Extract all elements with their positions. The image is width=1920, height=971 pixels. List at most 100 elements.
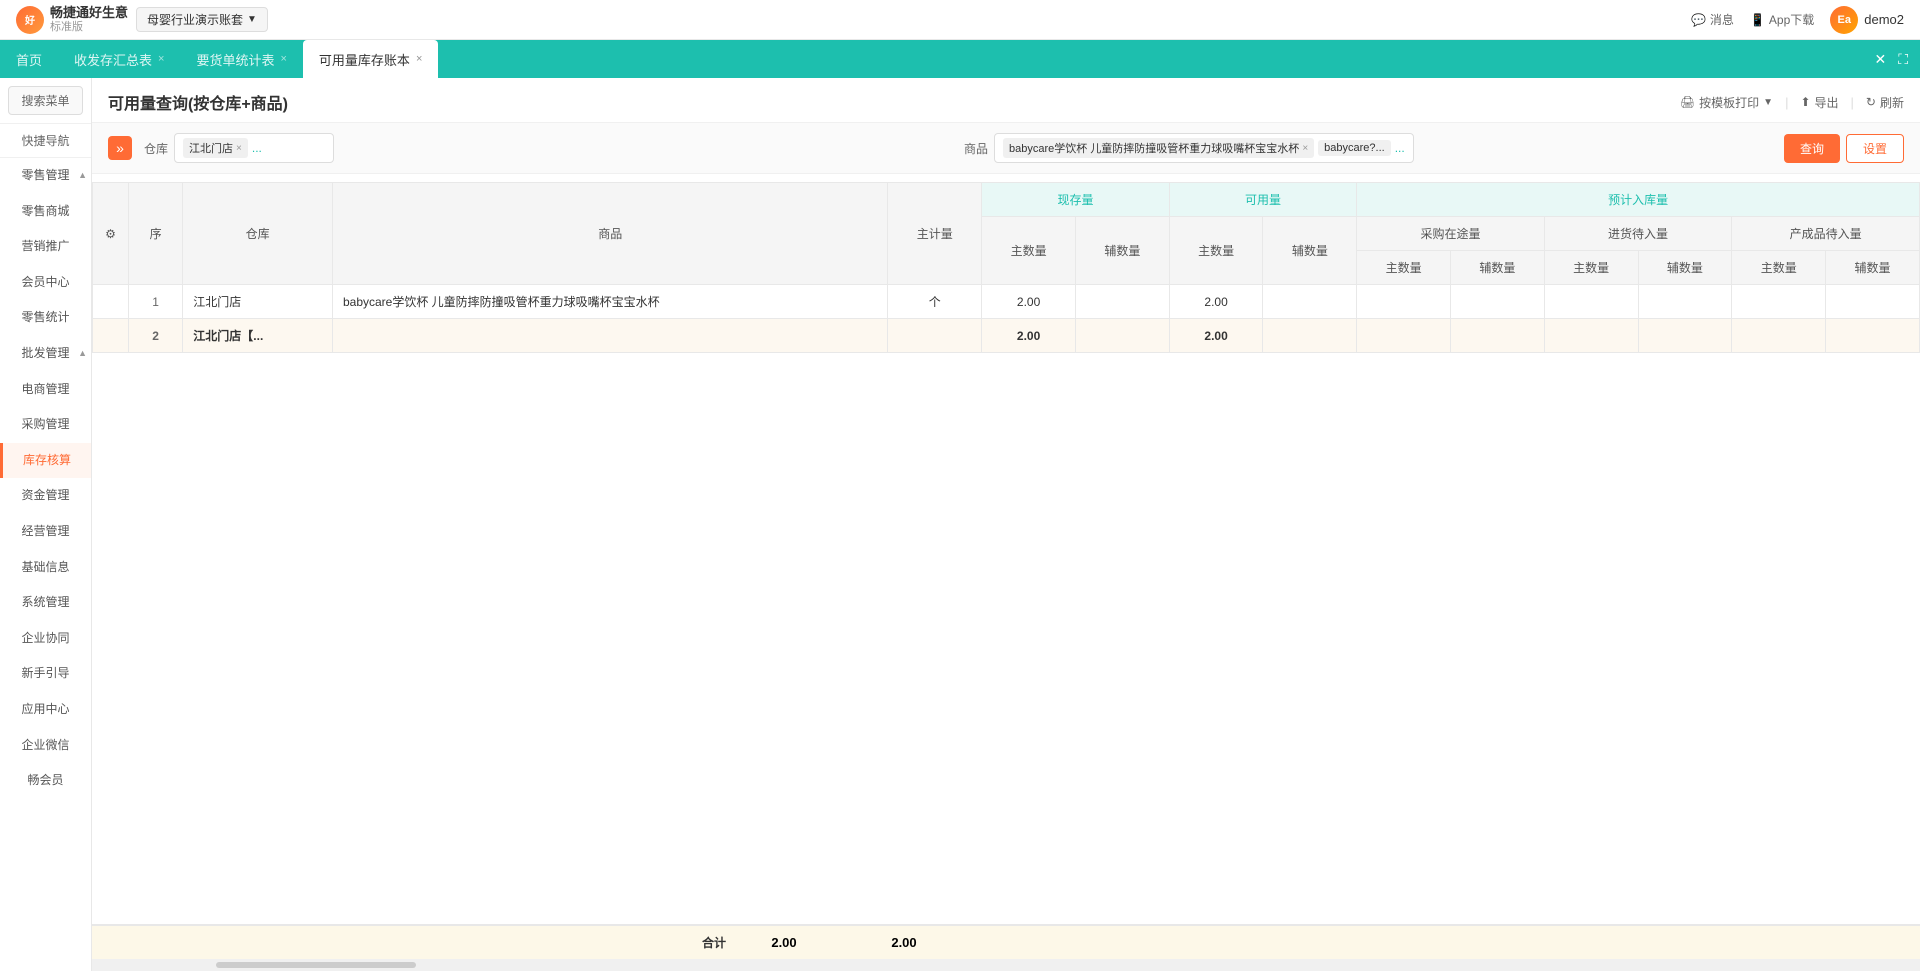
sidebar-item-app-center[interactable]: 应用中心 — [0, 692, 91, 728]
tab-order-stats[interactable]: 要货单统计表 × — [180, 40, 302, 78]
sidebar-item-member[interactable]: 畅会员 — [0, 763, 91, 799]
total-available: 2.00 — [874, 935, 934, 950]
refresh-icon: ↻ — [1866, 95, 1876, 109]
product-tag-1: babycare学饮杯 儿童防摔防撞吸管杯重力球吸嘴杯宝宝水杯 × — [1003, 138, 1314, 158]
filter-actions: 查询 设置 — [1784, 134, 1904, 163]
chevron-down-icon: ▼ — [247, 14, 257, 25]
footer-area: 合计 2.00 2.00 — [92, 924, 1920, 971]
query-btn[interactable]: 查询 — [1784, 134, 1840, 163]
sidebar-item-basic-info[interactable]: 基础信息 — [0, 550, 91, 586]
content-area: 可用量查询(按仓库+商品) 🖨 按模板打印 ▼ | ⬆ 导出 | ↻ — [92, 78, 1920, 971]
row2-pur-aux — [1451, 319, 1545, 353]
sidebar-item-marketing[interactable]: 营销推广 — [0, 229, 91, 265]
nav-tabs-right: ✕ ⛶ — [1870, 51, 1920, 68]
sidebar-item-enterprise[interactable]: 企业协同 — [0, 621, 91, 657]
tab-available-inventory[interactable]: 可用量库存账本 × — [303, 40, 438, 78]
page-header: 可用量查询(按仓库+商品) 🖨 按模板打印 ▼ | ⬆ 导出 | ↻ — [92, 78, 1920, 123]
sidebar-item-system[interactable]: 系统管理 — [0, 585, 91, 621]
sidebar-item-purchase[interactable]: 采购管理 — [0, 407, 91, 443]
sidebar-item-retail-mgmt[interactable]: 零售管理 — [0, 158, 91, 194]
product-filter-input[interactable]: babycare学饮杯 儿童防摔防撞吸管杯重力球吸嘴杯宝宝水杯 × babyca… — [994, 133, 1414, 163]
app-logo-icon: 好 — [16, 6, 44, 34]
sidebar: 搜索菜单 快捷导航 零售管理 零售商城 营销推广 会员中心 零售统计 批发管理 … — [0, 78, 92, 971]
filter-expand-btn[interactable]: » — [108, 136, 132, 160]
th-prod-main: 主数量 — [1732, 251, 1826, 285]
warehouse-filter-group: 仓库 江北门店 × ... — [144, 133, 952, 163]
sidebar-item-wholesale-mgmt[interactable]: 批发管理 — [0, 336, 91, 372]
fullscreen-icon[interactable]: ⛶ — [1894, 51, 1912, 68]
export-label: 导出 — [1815, 94, 1839, 111]
refresh-btn[interactable]: ↻ 刷新 — [1866, 94, 1904, 111]
nav-tabs: 首页 收发存汇总表 × 要货单统计表 × 可用量库存账本 × ✕ ⛶ — [0, 40, 1920, 78]
row2-pur-main — [1357, 319, 1451, 353]
sidebar-item-newguide[interactable]: 新手引导 — [0, 656, 91, 692]
sidebar-item-inventory[interactable]: 库存核算 — [0, 443, 91, 479]
search-menu-btn[interactable]: 搜索菜单 — [8, 86, 83, 115]
th-stock-aux: 辅数量 — [1075, 217, 1169, 285]
scroll-bar[interactable] — [92, 959, 1920, 971]
tab-home-label: 首页 — [16, 50, 42, 69]
th-avail-aux: 辅数量 — [1263, 217, 1357, 285]
row1-settings — [93, 285, 129, 319]
product-more-btn[interactable]: ... — [1395, 141, 1405, 155]
sidebar-item-wechat[interactable]: 企业微信 — [0, 728, 91, 764]
row1-stock-main: 2.00 — [982, 285, 1076, 319]
product-tag-2: babycare?... — [1318, 140, 1391, 156]
row2-warehouse: 江北门店【... — [183, 319, 333, 353]
settings-btn[interactable]: 设置 — [1846, 134, 1904, 163]
th-warehouse: 仓库 — [183, 183, 333, 285]
row1-stock-aux — [1075, 285, 1169, 319]
th-avail-main: 主数量 — [1169, 217, 1263, 285]
store-selector[interactable]: 母婴行业演示账套 ▼ — [136, 7, 268, 32]
row1-warehouse: 江北门店 — [183, 285, 333, 319]
sidebar-item-retail-mall[interactable]: 零售商城 — [0, 194, 91, 230]
row1-avail-main: 2.00 — [1169, 285, 1263, 319]
app-download-btn[interactable]: 📱 App下载 — [1750, 11, 1814, 28]
user-area[interactable]: Ea demo2 — [1830, 6, 1904, 34]
print-btn[interactable]: 🖨 按模板打印 ▼ — [1680, 94, 1773, 111]
expand-icon: » — [116, 140, 124, 156]
quick-nav-btn[interactable]: 快捷导航 — [0, 124, 91, 158]
tab-home[interactable]: 首页 — [0, 40, 58, 78]
warehouse-filter-input[interactable]: 江北门店 × ... — [174, 133, 334, 163]
export-btn[interactable]: ⬆ 导出 — [1800, 94, 1838, 111]
sidebar-item-retail-stats[interactable]: 零售统计 — [0, 300, 91, 336]
warehouse-tag-remove[interactable]: × — [236, 143, 242, 154]
tab-summary-close[interactable]: × — [158, 53, 164, 65]
top-bar: 好 畅捷通好生意 标准版 母婴行业演示账套 ▼ 💬 消息 📱 App下载 Ea — [0, 0, 1920, 40]
message-btn[interactable]: 💬 消息 — [1691, 11, 1734, 28]
sidebar-search-section: 搜索菜单 — [0, 78, 91, 124]
sidebar-item-ecommerce[interactable]: 电商管理 — [0, 372, 91, 408]
sidebar-item-finance[interactable]: 资金管理 — [0, 478, 91, 514]
chevron-down-icon: ▼ — [1763, 97, 1773, 108]
row2-unit — [888, 319, 982, 353]
product-filter-group: 商品 babycare学饮杯 儿童防摔防撞吸管杯重力球吸嘴杯宝宝水杯 × bab… — [964, 133, 1772, 163]
row2-settings — [93, 319, 129, 353]
th-incoming-aux: 辅数量 — [1638, 251, 1732, 285]
th-settings[interactable]: ⚙ — [93, 183, 129, 285]
row2-no: 2 — [129, 319, 183, 353]
th-production-group: 产成品待入量 — [1732, 217, 1920, 251]
th-forecast-group: 预计入库量 — [1357, 183, 1920, 217]
row2-inc-aux — [1638, 319, 1732, 353]
row1-product: babycare学饮杯 儿童防摔防撞吸管杯重力球吸嘴杯宝宝水杯 — [332, 285, 887, 319]
total-label: 合计 — [674, 934, 754, 951]
row2-prod-aux — [1826, 319, 1920, 353]
warehouse-more-btn[interactable]: ... — [252, 141, 262, 155]
page-container: 可用量查询(按仓库+商品) 🖨 按模板打印 ▼ | ⬆ 导出 | ↻ — [92, 78, 1920, 971]
th-available-group: 可用量 — [1169, 183, 1357, 217]
product-tag-1-remove[interactable]: × — [1302, 143, 1308, 154]
row1-inc-main — [1544, 285, 1638, 319]
scroll-thumb[interactable] — [216, 962, 416, 968]
tab-available-inventory-close[interactable]: × — [416, 53, 422, 65]
close-all-icon[interactable]: ✕ — [1870, 51, 1890, 68]
sidebar-item-member-center[interactable]: 会员中心 — [0, 265, 91, 301]
row2-avail-aux — [1263, 319, 1357, 353]
tab-available-inventory-label: 可用量库存账本 — [319, 50, 410, 69]
printer-icon: 🖨 — [1680, 95, 1695, 109]
refresh-label: 刷新 — [1880, 94, 1904, 111]
tab-summary[interactable]: 收发存汇总表 × — [58, 40, 180, 78]
store-name: 母婴行业演示账套 — [147, 11, 243, 28]
sidebar-item-operations[interactable]: 经营管理 — [0, 514, 91, 550]
tab-order-stats-close[interactable]: × — [280, 53, 286, 65]
